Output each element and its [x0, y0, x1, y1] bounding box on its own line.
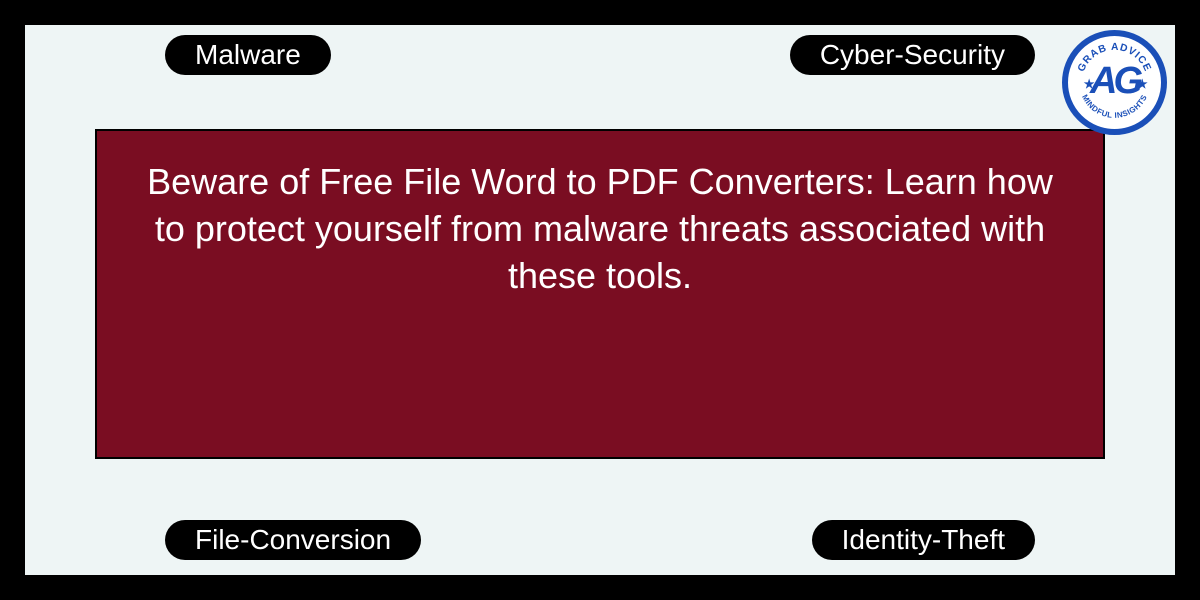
- top-tag-row: Malware Cyber-Security: [25, 25, 1175, 85]
- tag-file-conversion: File-Conversion: [165, 520, 421, 560]
- headline-text: Beware of Free File Word to PDF Converte…: [137, 159, 1063, 299]
- grab-advice-logo: GRAB ADVICE MINDFUL INSIGHTS ★ ★ AG: [1062, 30, 1167, 135]
- logo-center-text: AG: [1090, 60, 1139, 103]
- tag-identity-theft: Identity-Theft: [812, 520, 1035, 560]
- bottom-tag-row: File-Conversion Identity-Theft: [25, 510, 1175, 570]
- tag-cyber-security: Cyber-Security: [790, 35, 1035, 75]
- tag-malware: Malware: [165, 35, 331, 75]
- content-frame: Malware Cyber-Security GRAB ADVICE MINDF…: [25, 25, 1175, 575]
- headline-banner: Beware of Free File Word to PDF Converte…: [95, 129, 1105, 459]
